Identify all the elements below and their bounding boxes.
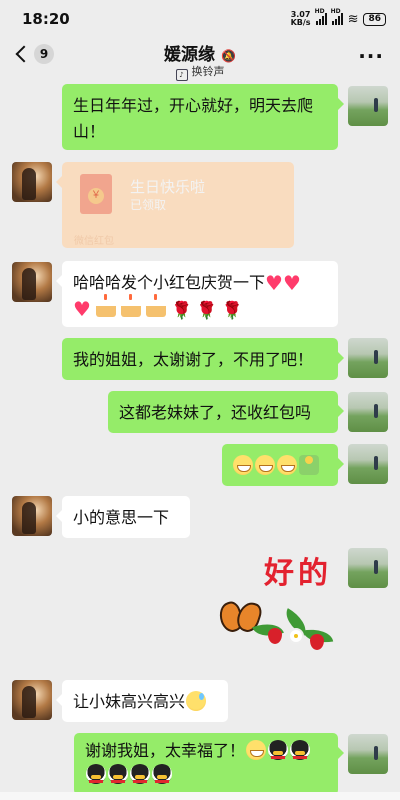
message-text: 生日年年过，开心就好，明天去爬山！ (73, 96, 314, 141)
grin-emoji-icon (233, 455, 253, 475)
message-bubble-outgoing[interactable]: 这都老妹妹了，还收红包吗 (108, 391, 344, 433)
ok-sticker[interactable]: 好的 (218, 548, 338, 658)
message-bubble-outgoing[interactable]: 我的姐姐，太谢谢了，不用了吧！ (62, 338, 344, 380)
rose-emoji-icon: 🌹 (221, 301, 243, 321)
penguin-emoji-icon (290, 740, 311, 760)
strawberry-icon (310, 634, 324, 650)
birthday-cake-emoji-icon (96, 294, 117, 317)
message-bubble-incoming[interactable]: 让小妹高兴高兴 (56, 680, 228, 722)
red-envelope-icon (80, 174, 112, 214)
penguin-emoji-icon (86, 764, 106, 784)
message-bubble-outgoing[interactable]: 生日年年过，开心就好，明天去爬山！ (62, 84, 344, 150)
signal-icon: HD (315, 8, 327, 25)
penguin-emoji-icon (130, 764, 150, 784)
sweat-smile-emoji-icon (186, 691, 207, 711)
figure-emoji-icon (299, 455, 319, 475)
network-speed: 3.07 KB/s (291, 11, 311, 27)
my-avatar[interactable] (348, 392, 388, 432)
heart-emoji-icon: ♥ (265, 271, 283, 295)
grin-emoji-icon (246, 740, 267, 760)
status-time: 18:20 (22, 10, 70, 28)
network-speed-unit: KB/s (290, 18, 311, 27)
red-packet-title: 生日快乐啦 (130, 178, 206, 196)
message-bubble-outgoing[interactable]: 谢谢我姐，太幸福了！ (74, 733, 344, 795)
ringtone-label: 换铃声 (191, 65, 225, 78)
ringtone-icon: ♪ (175, 69, 188, 81)
signal-icon: HD (331, 8, 343, 25)
flower-icon (290, 630, 302, 642)
message-text: 哈哈哈发个小红包庆贺一下 (73, 273, 266, 292)
rose-emoji-icon: 🌹 (171, 301, 193, 321)
heart-emoji-icon: ♥ (282, 271, 301, 295)
my-avatar[interactable] (348, 86, 388, 126)
chat-title-text: 媛源缘 (164, 45, 216, 65)
birthday-cake-emoji-icon (146, 294, 167, 317)
birthday-cake-emoji-icon (121, 294, 142, 317)
muted-bell-icon: 🔕 (221, 49, 236, 63)
message-text: 我的姐姐，太谢谢了，不用了吧！ (73, 350, 314, 369)
my-avatar[interactable] (348, 444, 388, 484)
contact-avatar[interactable] (12, 162, 52, 202)
message-text: 小的意思一下 (73, 508, 170, 527)
message-text: 谢谢我姐，太幸福了！ (85, 741, 246, 760)
message-bubble-incoming[interactable]: 哈哈哈发个小红包庆贺一下♥♥ ♥ 🌹 🌹 🌹 (56, 261, 338, 327)
input-bar-edge (0, 792, 400, 800)
my-avatar[interactable] (348, 548, 388, 588)
strawberry-icon (268, 628, 282, 644)
message-bubble-outgoing[interactable] (222, 444, 344, 486)
message-text: 让小妹高兴高兴 (73, 692, 186, 711)
grin-emoji-icon (277, 455, 297, 475)
battery-icon: 86 (363, 12, 386, 26)
signal-hd-label: HD (314, 8, 325, 15)
message-bubble-incoming[interactable]: 小的意思一下 (56, 496, 190, 538)
message-text: 这都老妹妹了，还收红包吗 (119, 403, 312, 422)
red-packet-footer: 微信红包 (74, 236, 114, 247)
penguin-emoji-icon (152, 764, 172, 784)
ringtone-link[interactable]: ♪ 换铃声 (0, 63, 400, 81)
signal-hd-label: HD (330, 8, 341, 15)
my-avatar[interactable] (348, 338, 388, 378)
contact-avatar[interactable] (12, 496, 52, 536)
more-options-button[interactable]: ··· (358, 44, 384, 68)
status-icons: 3.07 KB/s HD HD ≋ 86 (291, 8, 386, 27)
red-packet-card[interactable]: 生日快乐啦 已领取 微信红包 (56, 162, 294, 248)
wifi-icon: ≋ (347, 11, 359, 27)
chat-title: 媛源缘 🔕 (0, 40, 400, 65)
status-bar: 18:20 3.07 KB/s HD HD ≋ 86 (0, 0, 400, 36)
contact-avatar[interactable] (12, 680, 52, 720)
heart-emoji-icon: ♥ (73, 297, 91, 321)
red-packet-status: 已领取 (130, 198, 167, 212)
penguin-emoji-icon (108, 764, 128, 784)
grin-emoji-icon (255, 455, 275, 475)
chat-header: 9 媛源缘 🔕 ♪ 换铃声 ··· (0, 36, 400, 82)
sticker-text: 好的 (264, 556, 332, 591)
my-avatar[interactable] (348, 734, 388, 774)
rose-emoji-icon: 🌹 (196, 301, 218, 321)
penguin-emoji-icon (268, 740, 289, 760)
contact-avatar[interactable] (12, 262, 52, 302)
